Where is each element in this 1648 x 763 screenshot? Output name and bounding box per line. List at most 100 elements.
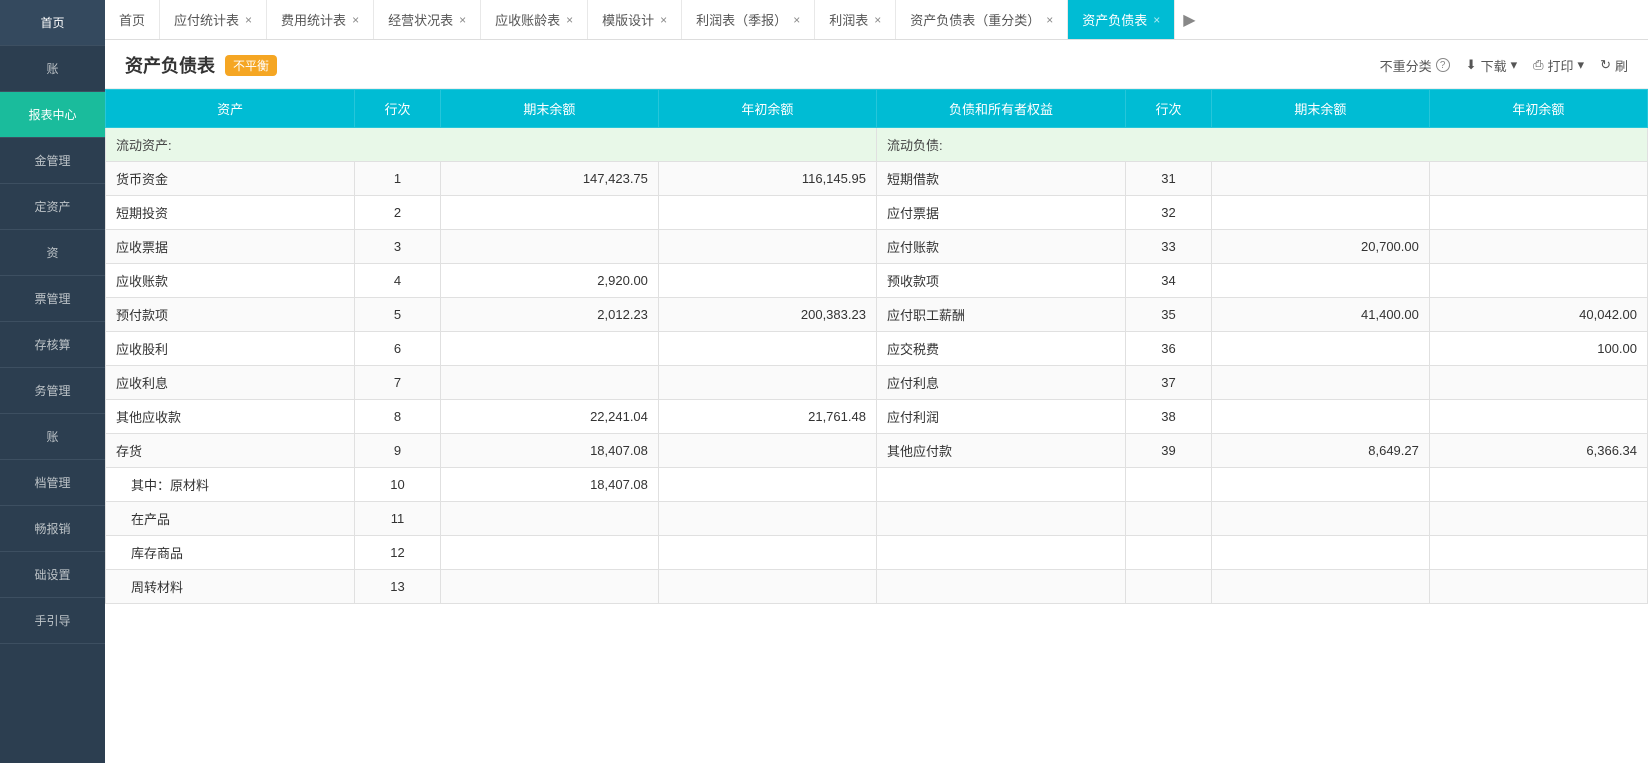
liability-period-end bbox=[1211, 570, 1429, 604]
liability-row-num: 35 bbox=[1126, 298, 1212, 332]
asset-year-start bbox=[658, 502, 876, 536]
liability-year-start bbox=[1429, 468, 1647, 502]
close-tab-balance-reclassified[interactable]: × bbox=[1046, 13, 1053, 27]
close-tab-profit-quarterly[interactable]: × bbox=[793, 13, 800, 27]
asset-row-num: 1 bbox=[355, 162, 441, 196]
asset-row-num: 10 bbox=[355, 468, 441, 502]
asset-name: 短期投资 bbox=[106, 196, 355, 230]
tab-expense-stat[interactable]: 费用统计表 × bbox=[267, 0, 374, 40]
close-tab-payable-stat[interactable]: × bbox=[245, 13, 252, 27]
asset-name: 在产品 bbox=[106, 502, 355, 536]
close-tab-expense-stat[interactable]: × bbox=[352, 13, 359, 27]
sidebar-item-home[interactable]: 首页 bbox=[0, 0, 105, 46]
sidebar: 首页 账 报表中心 金管理 定资产 资 票管理 存核算 务管理 账 档管理 畅报… bbox=[0, 0, 105, 763]
liability-year-start bbox=[1429, 196, 1647, 230]
sidebar-item-report-center[interactable]: 报表中心 bbox=[0, 92, 105, 138]
sidebar-item-fixed-assets[interactable]: 定资产 bbox=[0, 184, 105, 230]
liability-row-num: 38 bbox=[1126, 400, 1212, 434]
asset-period-end bbox=[440, 332, 658, 366]
liability-name: 应付利润 bbox=[876, 400, 1125, 434]
asset-period-end bbox=[440, 536, 658, 570]
liability-period-end bbox=[1211, 264, 1429, 298]
chevron-down-icon-print: ▾ bbox=[1578, 57, 1585, 73]
asset-row-num: 4 bbox=[355, 264, 441, 298]
sidebar-item-inventory-calc[interactable]: 存核算 bbox=[0, 322, 105, 368]
info-icon[interactable]: ? bbox=[1436, 58, 1450, 72]
print-label: 打印 bbox=[1548, 56, 1574, 75]
sidebar-item-business-mgmt[interactable]: 务管理 bbox=[0, 368, 105, 414]
close-tab-business-stat[interactable]: × bbox=[459, 13, 466, 27]
tab-template-design[interactable]: 模版设计 × bbox=[588, 0, 682, 40]
sidebar-item-marketing[interactable]: 畅报销 bbox=[0, 506, 105, 552]
sidebar-item-base-settings[interactable]: 础设置 bbox=[0, 552, 105, 598]
table-row: 在产品 11 bbox=[106, 502, 1648, 536]
refresh-label: 刷 bbox=[1615, 56, 1628, 75]
asset-year-start bbox=[658, 332, 876, 366]
close-tab-balance[interactable]: × bbox=[1153, 13, 1160, 27]
tab-home[interactable]: 首页 bbox=[105, 0, 160, 40]
print-icon: ⎙ bbox=[1533, 57, 1543, 73]
asset-period-end bbox=[440, 502, 658, 536]
asset-row-num: 3 bbox=[355, 230, 441, 264]
asset-period-end bbox=[440, 196, 658, 230]
liability-name: 其他应付款 bbox=[876, 434, 1125, 468]
close-tab-ar-aging[interactable]: × bbox=[566, 13, 573, 27]
asset-name: 货币资金 bbox=[106, 162, 355, 196]
asset-name: 其中：原材料 bbox=[106, 468, 355, 502]
download-button[interactable]: ⬇ 下载 ▾ bbox=[1466, 56, 1517, 75]
sidebar-item-account[interactable]: 账 bbox=[0, 46, 105, 92]
asset-row-num: 6 bbox=[355, 332, 441, 366]
table-section-header: 流动资产: 流动负债: bbox=[106, 128, 1648, 162]
asset-name: 周转材料 bbox=[106, 570, 355, 604]
tab-scroll-arrow[interactable]: ▶ bbox=[1175, 10, 1203, 30]
asset-period-end: 2,920.00 bbox=[440, 264, 658, 298]
liability-year-start bbox=[1429, 536, 1647, 570]
refresh-button[interactable]: ↻ 刷 bbox=[1600, 56, 1628, 75]
print-button[interactable]: ⎙ 打印 ▾ bbox=[1533, 56, 1584, 75]
liability-name: 应付职工薪酬 bbox=[876, 298, 1125, 332]
liability-period-end bbox=[1211, 162, 1429, 196]
tab-payable-stat[interactable]: 应付统计表 × bbox=[160, 0, 267, 40]
header-period-end: 期末余额 bbox=[440, 90, 658, 128]
balance-sheet-table: 资产 行次 期末余额 年初余额 负债和所有者权益 行次 期末余额 年初余额 流动… bbox=[105, 89, 1648, 604]
asset-row-num: 13 bbox=[355, 570, 441, 604]
liability-row-num: 33 bbox=[1126, 230, 1212, 264]
sidebar-item-fund-mgmt[interactable]: 金管理 bbox=[0, 138, 105, 184]
tab-balance[interactable]: 资产负债表 × bbox=[1068, 0, 1175, 40]
tab-balance-reclassified[interactable]: 资产负债表（重分类） × bbox=[896, 0, 1068, 40]
table-row: 预付款项 5 2,012.23 200,383.23 应付职工薪酬 35 41,… bbox=[106, 298, 1648, 332]
asset-year-start bbox=[658, 366, 876, 400]
tab-business-stat[interactable]: 经营状况表 × bbox=[374, 0, 481, 40]
tab-profit[interactable]: 利润表 × bbox=[815, 0, 896, 40]
tab-bar: 首页 应付统计表 × 费用统计表 × 经营状况表 × 应收账龄表 × 模版设计 … bbox=[105, 0, 1648, 40]
no-classify-toggle[interactable]: 不重分类 ? bbox=[1380, 56, 1450, 75]
asset-name: 应收利息 bbox=[106, 366, 355, 400]
tab-profit-quarterly[interactable]: 利润表（季报） × bbox=[682, 0, 815, 40]
tab-ar-aging[interactable]: 应收账龄表 × bbox=[481, 0, 588, 40]
sidebar-item-doc-mgmt[interactable]: 档管理 bbox=[0, 460, 105, 506]
asset-year-start bbox=[658, 570, 876, 604]
header-row-num: 行次 bbox=[355, 90, 441, 128]
section-right-label: 流动负债: bbox=[876, 128, 1647, 162]
asset-period-end: 18,407.08 bbox=[440, 468, 658, 502]
close-tab-template-design[interactable]: × bbox=[660, 13, 667, 27]
liability-name: 应付账款 bbox=[876, 230, 1125, 264]
asset-period-end: 18,407.08 bbox=[440, 434, 658, 468]
liability-year-start: 100.00 bbox=[1429, 332, 1647, 366]
refresh-icon: ↻ bbox=[1600, 57, 1611, 73]
liability-period-end: 41,400.00 bbox=[1211, 298, 1429, 332]
sidebar-item-invest[interactable]: 资 bbox=[0, 230, 105, 276]
table-row: 应收利息 7 应付利息 37 bbox=[106, 366, 1648, 400]
sidebar-item-bill-mgmt[interactable]: 票管理 bbox=[0, 276, 105, 322]
liability-row-num: 37 bbox=[1126, 366, 1212, 400]
close-tab-profit[interactable]: × bbox=[874, 13, 881, 27]
liability-period-end bbox=[1211, 502, 1429, 536]
asset-period-end bbox=[440, 366, 658, 400]
asset-year-start bbox=[658, 468, 876, 502]
header-year-start: 年初余额 bbox=[658, 90, 876, 128]
asset-row-num: 5 bbox=[355, 298, 441, 332]
asset-period-end: 22,241.04 bbox=[440, 400, 658, 434]
asset-name: 存货 bbox=[106, 434, 355, 468]
sidebar-item-wizard[interactable]: 手引导 bbox=[0, 598, 105, 644]
sidebar-item-sub-ledger[interactable]: 账 bbox=[0, 414, 105, 460]
